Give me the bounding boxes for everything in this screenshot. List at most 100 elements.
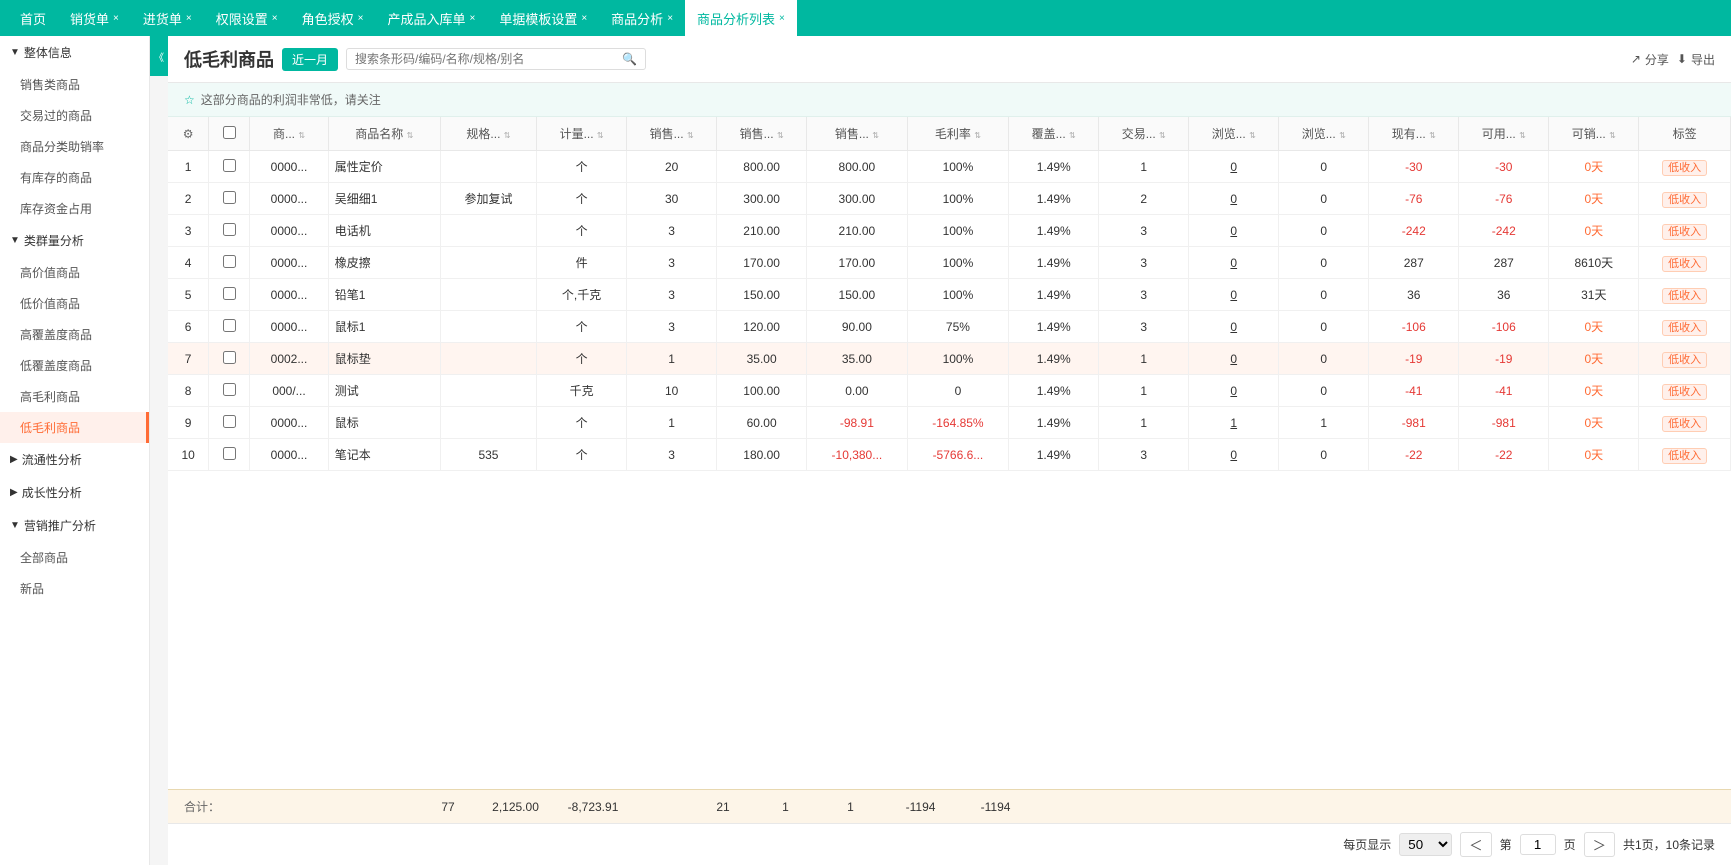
row-checkbox[interactable] [209,247,250,279]
nav-permissions[interactable]: 权限设置× [204,0,290,36]
col-browse2[interactable]: 浏览... ⇅ [1279,117,1369,151]
prev-page-button[interactable]: ＜ [1460,832,1491,857]
close-icon[interactable]: × [186,13,192,24]
row-checkbox[interactable] [209,311,250,343]
sidebar-item-all-products[interactable]: 全部商品 [0,542,149,573]
sidebar-item-high-coverage[interactable]: 高覆盖度商品 [0,319,149,350]
nav-sales[interactable]: 销货单× [58,0,131,36]
col-sellable[interactable]: 可销... ⇅ [1549,117,1639,151]
sidebar-item-new-products[interactable]: 新品 [0,573,149,604]
col-price[interactable]: 销售... ⇅ [717,117,807,151]
col-spec[interactable]: 规格... ⇅ [440,117,536,151]
browse1-link[interactable]: 0 [1230,448,1237,462]
col-qty[interactable]: 销售... ⇅ [627,117,717,151]
row-select-checkbox[interactable] [223,319,236,332]
close-icon[interactable]: × [469,13,475,24]
row-checkbox[interactable] [209,215,250,247]
browse1-link[interactable]: 0 [1230,192,1237,206]
browse1-link[interactable]: 0 [1230,256,1237,270]
row-checkbox[interactable] [209,151,250,183]
row-checkbox[interactable] [209,279,250,311]
sidebar-item-high-value[interactable]: 高价值商品 [0,257,149,288]
close-icon[interactable]: × [358,13,364,24]
sort-icon[interactable]: ⇅ [1159,131,1166,140]
sidebar-item-low-coverage[interactable]: 低覆盖度商品 [0,350,149,381]
sort-icon[interactable]: ⇅ [1249,131,1256,140]
sort-icon[interactable]: ⇅ [777,131,784,140]
next-page-button[interactable]: ＞ [1584,832,1615,857]
sidebar-group-cluster[interactable]: ▼ 类群量分析 [0,224,149,257]
page-number-input[interactable] [1520,834,1556,855]
close-icon[interactable]: × [581,13,587,24]
sidebar-group-overall[interactable]: ▼ 整体信息 [0,36,149,69]
select-all-checkbox[interactable] [223,126,236,139]
export-button[interactable]: ⬇ 导出 [1677,51,1715,68]
row-browse1[interactable]: 0 [1189,375,1279,407]
browse1-link[interactable]: 0 [1230,352,1237,366]
col-coverage[interactable]: 覆盖... ⇅ [1009,117,1099,151]
row-checkbox[interactable] [209,375,250,407]
sidebar-group-marketing[interactable]: ▼ 营销推广分析 [0,509,149,542]
sort-icon[interactable]: ⇅ [1609,131,1616,140]
row-browse1[interactable]: 0 [1189,183,1279,215]
col-settings[interactable]: ⚙ [168,117,209,151]
sort-icon[interactable]: ⇅ [597,131,604,140]
browse1-link[interactable]: 0 [1230,224,1237,238]
sidebar-item-high-margin[interactable]: 高毛利商品 [0,381,149,412]
row-browse1[interactable]: 0 [1189,343,1279,375]
sidebar-item-low-margin[interactable]: 低毛利商品 [0,412,149,443]
search-input[interactable] [355,52,622,66]
sidebar-item-low-value[interactable]: 低价值商品 [0,288,149,319]
sort-icon[interactable]: ⇅ [1519,131,1526,140]
nav-purchase[interactable]: 进货单× [131,0,204,36]
row-checkbox[interactable] [209,183,250,215]
search-icon[interactable]: 🔍 [622,52,637,66]
row-select-checkbox[interactable] [223,191,236,204]
row-select-checkbox[interactable] [223,255,236,268]
row-select-checkbox[interactable] [223,383,236,396]
sort-icon[interactable]: ⇅ [407,131,414,140]
sort-icon[interactable]: ⇅ [1429,131,1436,140]
col-stock[interactable]: 现有... ⇅ [1369,117,1459,151]
col-unit[interactable]: 计量... ⇅ [537,117,627,151]
row-browse1[interactable]: 1 [1189,407,1279,439]
sidebar-collapse-button[interactable]: 《 [150,36,168,76]
nav-roles[interactable]: 角色授权× [290,0,376,36]
date-filter-button[interactable]: 近一月 [282,48,338,71]
row-browse1[interactable]: 0 [1189,215,1279,247]
sidebar-group-circulation[interactable]: ▶ 流通性分析 [0,443,149,476]
row-browse1[interactable]: 0 [1189,311,1279,343]
sort-icon[interactable]: ⇅ [1339,131,1346,140]
row-select-checkbox[interactable] [223,415,236,428]
sort-icon[interactable]: ⇅ [504,131,511,140]
settings-icon[interactable]: ⚙ [183,127,194,141]
row-checkbox[interactable] [209,439,250,471]
row-select-checkbox[interactable] [223,351,236,364]
nav-home[interactable]: 首页 [8,0,58,36]
close-icon[interactable]: × [113,13,119,24]
browse1-link[interactable]: 0 [1230,320,1237,334]
share-button[interactable]: ↗ 分享 [1631,51,1669,68]
sidebar-item-inventory-capital[interactable]: 库存资金占用 [0,193,149,224]
row-browse1[interactable]: 0 [1189,279,1279,311]
browse1-link[interactable]: 1 [1230,416,1237,430]
row-browse1[interactable]: 0 [1189,439,1279,471]
col-code[interactable]: 商... ⇅ [250,117,328,151]
browse1-link[interactable]: 0 [1230,160,1237,174]
sort-icon[interactable]: ⇅ [1069,131,1076,140]
sort-icon[interactable]: ⇅ [974,131,981,140]
col-checkbox[interactable] [209,117,250,151]
row-checkbox[interactable] [209,343,250,375]
col-amount[interactable]: 销售... ⇅ [807,117,908,151]
per-page-select[interactable]: 50 100 200 [1399,833,1452,856]
browse1-link[interactable]: 0 [1230,288,1237,302]
row-select-checkbox[interactable] [223,287,236,300]
row-browse1[interactable]: 0 [1189,247,1279,279]
sort-icon[interactable]: ⇅ [872,131,879,140]
sidebar-item-category-assist[interactable]: 商品分类助销率 [0,131,149,162]
col-name[interactable]: 商品名称 ⇅ [328,117,440,151]
close-icon[interactable]: × [272,13,278,24]
nav-template-settings[interactable]: 单据模板设置× [487,0,599,36]
col-trade[interactable]: 交易... ⇅ [1099,117,1189,151]
browse1-link[interactable]: 0 [1230,384,1237,398]
